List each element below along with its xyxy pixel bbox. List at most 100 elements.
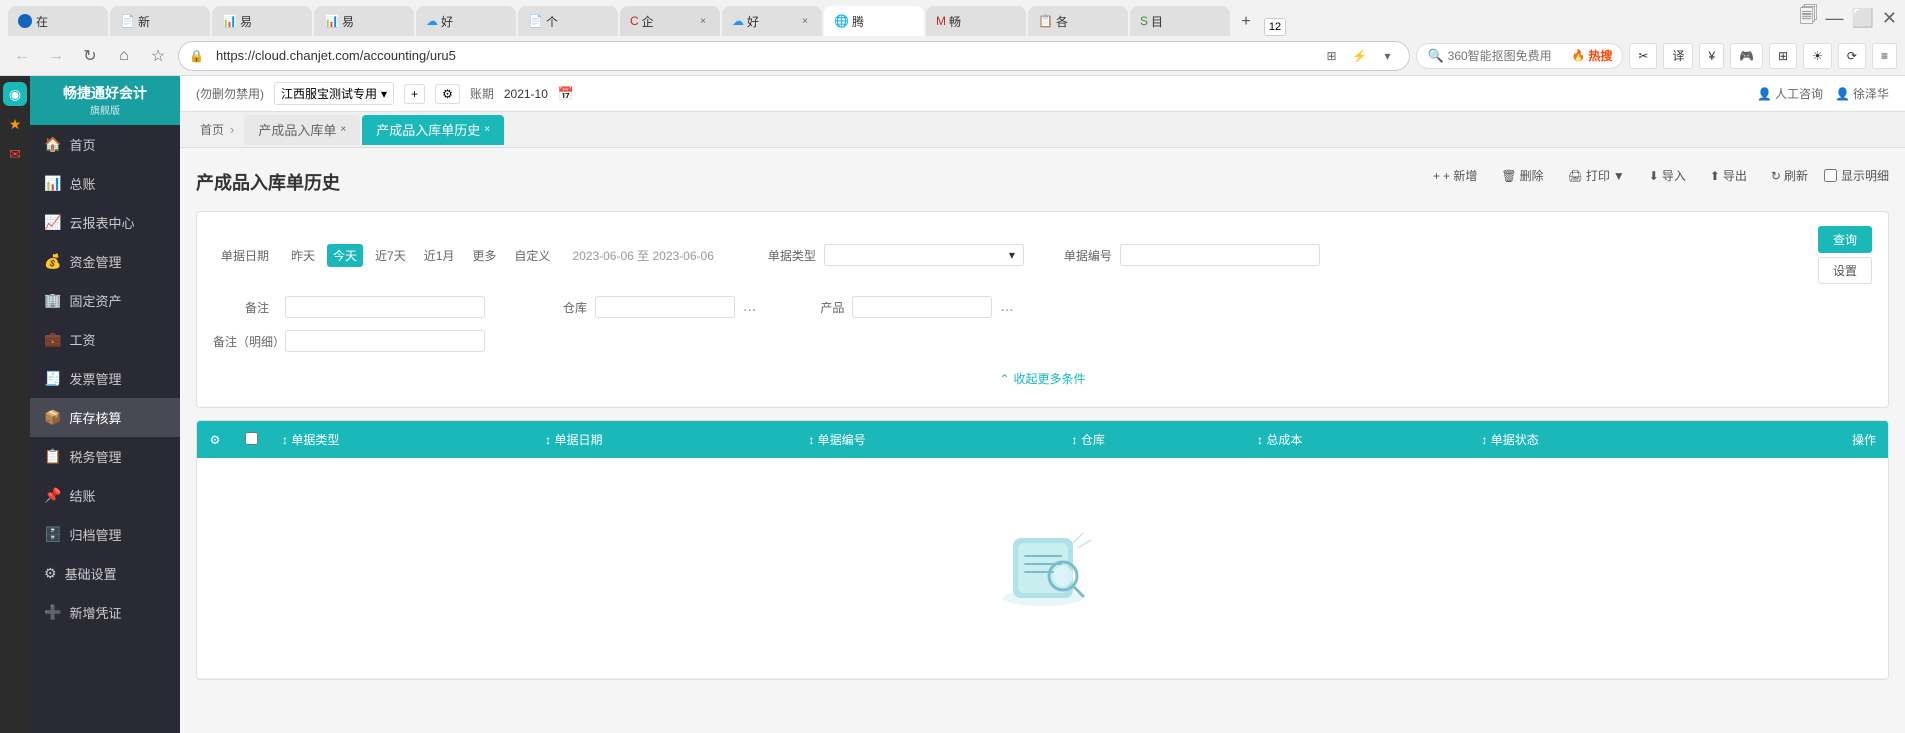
refresh-action-button[interactable]: ↻ 刷新 [1763,164,1816,187]
add-account-button[interactable]: + [404,84,425,104]
th-settings[interactable]: ⚙ [197,421,233,458]
lightning-button[interactable]: ⚡ [1347,44,1371,68]
star-sidebar-icon[interactable]: ★ [3,112,27,136]
window-restore-icon[interactable]: 🗐 [1800,3,1818,33]
nav-refresh-btn[interactable]: ⟳ [1838,43,1866,69]
tab-current-close[interactable]: × [484,124,490,135]
tab-parent[interactable]: 产成品入库单 × [244,115,360,145]
add-button[interactable]: + + 新增 [1425,164,1485,187]
warehouse-dots[interactable]: ... [743,298,756,316]
tab-close-8[interactable]: × [798,14,812,28]
show-columns-input[interactable] [1824,169,1837,182]
sidebar-item-invoice[interactable]: 🧾 发票管理 [30,359,180,398]
account-settings-button[interactable]: ⚙ [435,84,460,104]
user-profile-button[interactable]: 👤 徐泽华 [1835,85,1889,102]
date-btn-custom[interactable]: 自定义 [508,244,556,267]
tab-3[interactable]: 📊 易 [212,6,312,36]
sidebar-item-inventory[interactable]: 📦 库存核算 [30,398,180,437]
app-logo-icon[interactable]: ◉ [3,82,27,106]
forward-button[interactable]: → [42,42,70,70]
tab-6[interactable]: 📄 个 [518,6,618,36]
query-button[interactable]: 查询 [1818,226,1872,253]
sidebar-item-archive[interactable]: 🗄️ 归档管理 [30,515,180,554]
tab-close-7[interactable]: × [696,14,710,28]
select-all-checkbox[interactable] [245,432,258,445]
sidebar-item-ledger[interactable]: 📊 总账 [30,164,180,203]
window-minimize-icon[interactable]: — [1825,8,1843,29]
period-calendar-icon[interactable]: 📅 [558,86,574,102]
sidebar-item-cloud-report[interactable]: 📈 云报表中心 [30,203,180,242]
date-btn-yesterday[interactable]: 昨天 [285,244,321,267]
note-input[interactable] [285,296,485,318]
sidebar-item-settings[interactable]: ⚙ 基础设置 [30,554,180,593]
sidebar-item-fund[interactable]: 💰 资金管理 [30,242,180,281]
show-columns-checkbox[interactable]: 显示明细 [1824,167,1889,184]
delete-button[interactable]: 🗑 删除 [1493,164,1551,187]
tab-5[interactable]: ☁ 好 [416,6,516,36]
tab-9[interactable]: 🌐 腾 [824,6,924,36]
date-btn-7days[interactable]: 近7天 [369,244,412,267]
breadcrumb-home[interactable]: 首页 [196,121,228,138]
translate-btn[interactable]: 译 [1663,43,1693,69]
tab-parent-close[interactable]: × [340,124,346,135]
sidebar-item-payroll[interactable]: 💼 工资 [30,320,180,359]
product-dots[interactable]: ... [1000,298,1013,316]
mail-sidebar-icon[interactable]: ✉ [3,142,27,166]
tab-1[interactable]: 在 [8,6,108,36]
collapse-bar[interactable]: ⌃ 收起更多条件 [213,364,1872,393]
home-button[interactable]: ⌂ [110,42,138,70]
game-btn[interactable]: 🎮 [1730,43,1763,69]
window-close-icon[interactable]: ✕ [1882,8,1897,29]
menu-btn[interactable]: ≡ [1872,43,1897,69]
th-checkbox[interactable] [233,421,270,458]
product-input[interactable] [852,296,992,318]
tab-11[interactable]: 📋 各 [1028,6,1128,36]
th-total-cost[interactable]: ↕ 总成本 [1245,421,1469,458]
import-button[interactable]: ⬇ 导入 [1641,164,1694,187]
address-dropdown[interactable]: ▾ [1375,44,1399,68]
type-filter-select[interactable]: ▾ [824,244,1024,266]
th-doc-type[interactable]: ↕ 单据类型 [270,421,533,458]
company-selector[interactable]: 江西服宝测试专用 ▾ [274,82,394,105]
customer-service-button[interactable]: 👤 人工咨询 [1757,85,1823,102]
date-btn-more[interactable]: 更多 [466,244,502,267]
warehouse-input[interactable] [595,296,735,318]
doc-number-input[interactable] [1120,244,1320,266]
sidebar-item-new-voucher[interactable]: ➕ 新增凭证 [30,593,180,632]
th-doc-date[interactable]: ↕ 单据日期 [533,421,796,458]
bookmark-button[interactable]: ☆ [144,42,172,70]
sidebar-item-tax[interactable]: 📋 税务管理 [30,437,180,476]
extensions-button[interactable]: ⊞ [1319,44,1343,68]
tab-2[interactable]: 📄 新 [110,6,210,36]
date-btn-today[interactable]: 今天 [327,244,363,267]
search-360-bar[interactable]: 🔍 🔥 热搜 [1416,43,1623,69]
settings-query-button[interactable]: 设置 [1818,257,1872,284]
sidebar-item-home[interactable]: 🏠 首页 [30,125,180,164]
th-warehouse[interactable]: ↕ 仓库 [1060,421,1246,458]
th-doc-status[interactable]: ↕ 单据状态 [1469,421,1732,458]
note-detail-input[interactable] [285,330,485,352]
refresh-button[interactable]: ↻ [76,42,104,70]
grid-btn[interactable]: ⊞ [1769,43,1797,69]
address-input[interactable] [216,48,1314,63]
export-button[interactable]: ⬆ 导出 [1702,164,1755,187]
tab-12[interactable]: S 目 [1130,6,1230,36]
tab-10[interactable]: M 畅 [926,6,1026,36]
search-360-input[interactable] [1448,49,1568,63]
date-btn-1month[interactable]: 近1月 [418,244,461,267]
tab-7[interactable]: C 企 × [620,6,720,36]
print-button[interactable]: 🖨 打印 ▼ [1560,164,1633,187]
yuan-btn[interactable]: ¥ [1699,43,1724,69]
back-button[interactable]: ← [8,42,36,70]
tab-8[interactable]: ☁ 好 × [722,6,822,36]
new-tab-button[interactable]: + [1232,8,1260,36]
sidebar-item-fixed-asset[interactable]: 🏢 固定资产 [30,281,180,320]
tab-4[interactable]: 📊 易 [314,6,414,36]
weather-btn[interactable]: ☀ [1803,43,1832,69]
scissors-btn[interactable]: ✂ [1629,43,1657,69]
tab-current[interactable]: 产成品入库单历史 × [362,115,504,145]
tab-count[interactable]: 12 [1264,18,1286,36]
sidebar-item-checkout[interactable]: 📌 结账 [30,476,180,515]
th-doc-number[interactable]: ↕ 单据编号 [796,421,1059,458]
window-maximize-icon[interactable]: ⬜ [1851,8,1873,29]
